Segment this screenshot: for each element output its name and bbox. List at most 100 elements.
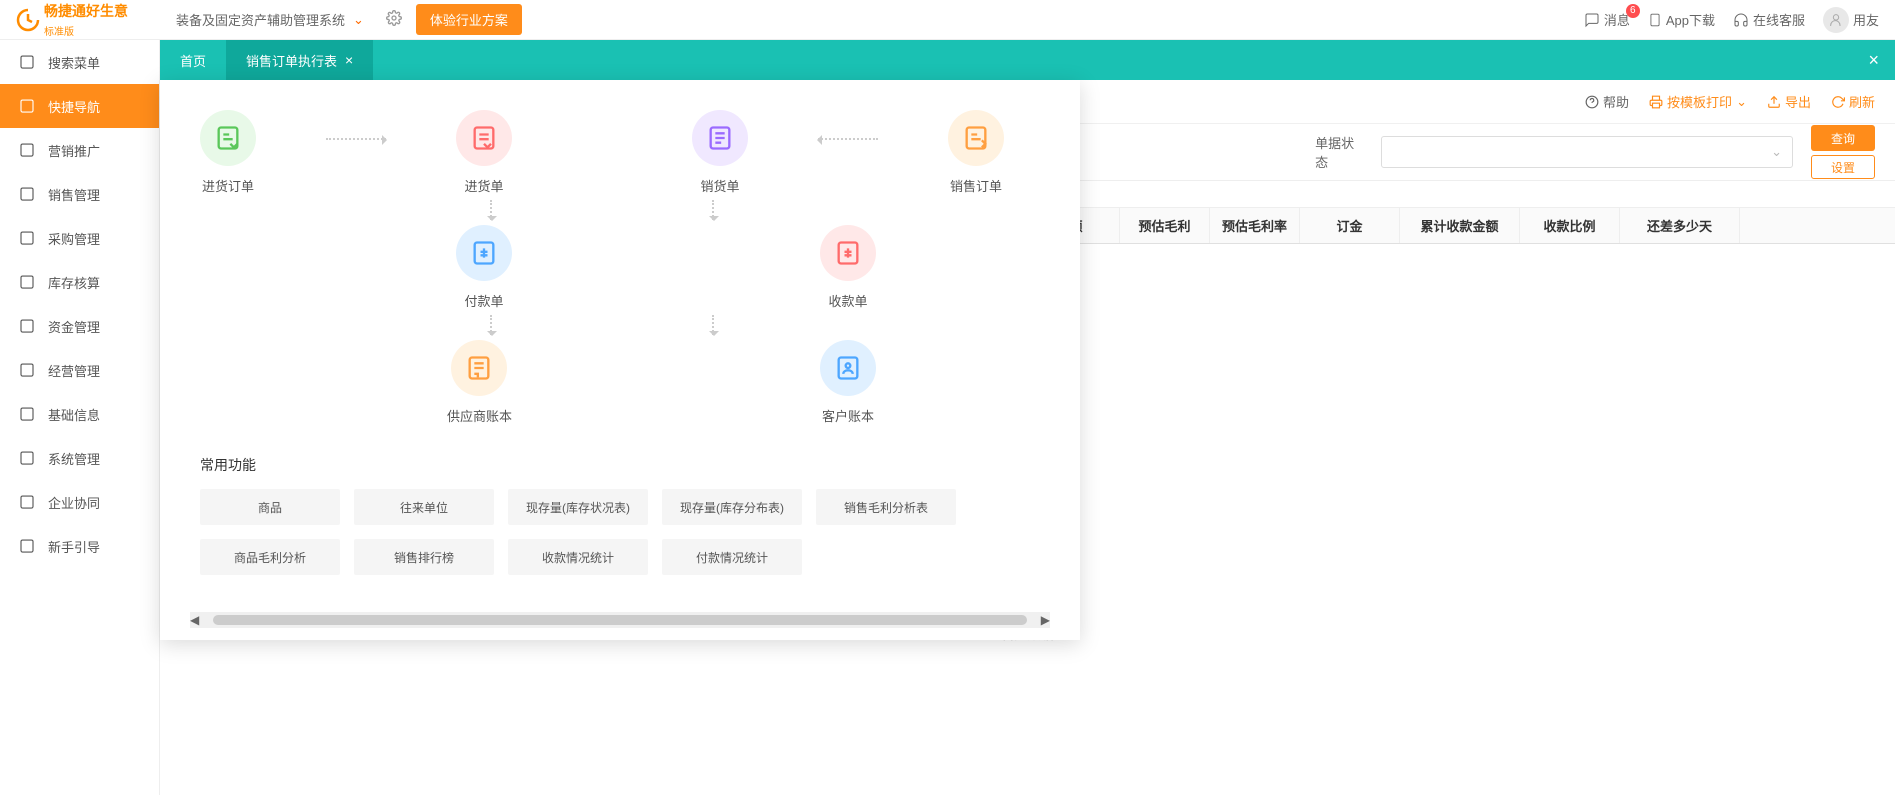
table-col-4[interactable]: 预估毛利率	[1210, 208, 1300, 243]
node-label: 销售订单	[950, 176, 1002, 195]
chevron-down-icon: ⌄	[1736, 94, 1747, 110]
sidebar-label: 搜索菜单	[48, 53, 100, 72]
doc-icon	[470, 124, 498, 152]
avatar-icon	[1823, 7, 1849, 33]
tab-home[interactable]: 首页	[160, 40, 226, 80]
sidebar-item-9[interactable]: 系统管理	[0, 436, 159, 480]
close-icon[interactable]: ×	[345, 52, 353, 68]
arrow-icon	[712, 200, 714, 220]
ledger-icon	[465, 354, 493, 382]
sidebar-item-10[interactable]: 企业协同	[0, 480, 159, 524]
sidebar-label: 系统管理	[48, 449, 100, 468]
table-col-6[interactable]: 累计收款金额	[1400, 208, 1520, 243]
table-col-7[interactable]: 收款比例	[1520, 208, 1620, 243]
settings-button[interactable]: 设置	[1811, 155, 1875, 179]
common-btn-8[interactable]: 付款情况统计	[662, 539, 802, 575]
user-label: 用友	[1853, 10, 1879, 29]
node-label: 供应商账本	[447, 406, 512, 425]
refresh-button[interactable]: 刷新	[1831, 92, 1875, 111]
common-btn-7[interactable]: 收款情况统计	[508, 539, 648, 575]
node-label: 销货单	[700, 176, 739, 195]
arrow-icon	[490, 315, 492, 335]
table-col-8[interactable]: 还差多少天	[1620, 208, 1740, 243]
tab-active-label: 销售订单执行表	[246, 51, 337, 70]
sidebar-item-6[interactable]: 资金管理	[0, 304, 159, 348]
refresh-label: 刷新	[1849, 92, 1875, 111]
common-functions-title: 常用功能	[200, 455, 1040, 475]
node-supplier-ledger[interactable]: 供应商账本	[447, 340, 512, 425]
export-button[interactable]: 导出	[1767, 92, 1811, 111]
common-btn-6[interactable]: 销售排行榜	[354, 539, 494, 575]
help-label: 帮助	[1603, 92, 1629, 111]
status-select[interactable]: ⌄	[1381, 136, 1793, 168]
headset-icon	[1733, 12, 1749, 28]
table-col-3[interactable]: 预估毛利	[1120, 208, 1210, 243]
print-template-button[interactable]: 按模板打印 ⌄	[1649, 92, 1747, 111]
compass-icon	[18, 97, 36, 115]
common-btn-4[interactable]: 销售毛利分析表	[816, 489, 956, 525]
search-icon	[18, 53, 36, 71]
gear-icon	[18, 449, 36, 467]
node-customer-ledger[interactable]: 客户账本	[692, 340, 1004, 425]
app-download-link[interactable]: App下载	[1648, 10, 1715, 29]
sidebar-item-11[interactable]: 新手引导	[0, 524, 159, 568]
lightbulb-icon	[18, 537, 36, 555]
node-sales-order[interactable]: 销售订单	[948, 110, 1004, 195]
gear-icon[interactable]	[386, 10, 402, 29]
tab-bar: 首页 销售订单执行表 × ×	[160, 40, 1895, 80]
bag-icon	[18, 229, 36, 247]
sidebar-item-2[interactable]: 营销推广	[0, 128, 159, 172]
export-icon	[1767, 95, 1781, 109]
common-btn-1[interactable]: 往来单位	[354, 489, 494, 525]
table-col-5[interactable]: 订金	[1300, 208, 1400, 243]
common-btn-2[interactable]: 现存量(库存状况表)	[508, 489, 648, 525]
user-menu[interactable]: 用友	[1823, 7, 1879, 33]
message-icon	[1584, 12, 1600, 28]
node-label: 进货订单	[202, 176, 254, 195]
scroll-right-icon[interactable]: ▶	[1041, 613, 1050, 627]
logo-text: 畅捷通好生意	[44, 1, 128, 21]
panel-scrollbar[interactable]: ◀ ▶	[190, 612, 1050, 628]
phone-icon	[1648, 12, 1662, 28]
node-payment[interactable]: 付款单	[456, 225, 512, 310]
sidebar-item-1[interactable]: 快捷导航	[0, 84, 159, 128]
printer-icon	[1649, 95, 1663, 109]
help-link[interactable]: 帮助	[1585, 92, 1629, 111]
sidebar-label: 基础信息	[48, 405, 100, 424]
scroll-left-icon[interactable]: ◀	[190, 613, 199, 627]
node-purchase[interactable]: 进货单	[456, 110, 512, 195]
app-download-label: App下载	[1666, 10, 1715, 29]
sidebar-item-0[interactable]: 搜索菜单	[0, 40, 159, 84]
sidebar-item-8[interactable]: 基础信息	[0, 392, 159, 436]
system-selector[interactable]: 装备及固定资产辅助管理系统 ⌄	[176, 10, 372, 29]
common-btn-5[interactable]: 商品毛利分析	[200, 539, 340, 575]
scroll-track[interactable]	[213, 615, 1027, 625]
online-service-link[interactable]: 在线客服	[1733, 10, 1805, 29]
message-link[interactable]: 消息 6	[1584, 10, 1630, 29]
sidebar-item-5[interactable]: 库存核算	[0, 260, 159, 304]
node-purchase-order[interactable]: 进货订单	[200, 110, 256, 195]
node-label: 进货单	[464, 176, 503, 195]
box-icon	[18, 273, 36, 291]
arrow-icon	[490, 200, 492, 220]
node-sales[interactable]: 销货单	[692, 110, 748, 195]
sidebar-item-4[interactable]: 采购管理	[0, 216, 159, 260]
top-bar: 畅捷通好生意 标准版 装备及固定资产辅助管理系统 ⌄ 体验行业方案 消息 6 A…	[0, 0, 1895, 40]
experience-button[interactable]: 体验行业方案	[416, 4, 522, 35]
wallet-icon	[18, 317, 36, 335]
sidebar-item-3[interactable]: 销售管理	[0, 172, 159, 216]
sidebar-label: 快捷导航	[48, 97, 100, 116]
node-receipt[interactable]: 收款单	[692, 225, 1004, 310]
message-badge: 6	[1626, 4, 1640, 18]
sidebar-item-7[interactable]: 经营管理	[0, 348, 159, 392]
money-icon	[834, 239, 862, 267]
common-btn-3[interactable]: 现存量(库存分布表)	[662, 489, 802, 525]
sidebar-label: 营销推广	[48, 141, 100, 160]
arrow-icon	[712, 315, 714, 335]
logo-sub: 标准版	[44, 23, 128, 38]
tab-sales-order-exec[interactable]: 销售订单执行表 ×	[226, 40, 373, 80]
tab-bar-close-icon[interactable]: ×	[1852, 50, 1895, 71]
common-btn-0[interactable]: 商品	[200, 489, 340, 525]
cart-icon	[18, 185, 36, 203]
query-button[interactable]: 查询	[1811, 125, 1875, 151]
